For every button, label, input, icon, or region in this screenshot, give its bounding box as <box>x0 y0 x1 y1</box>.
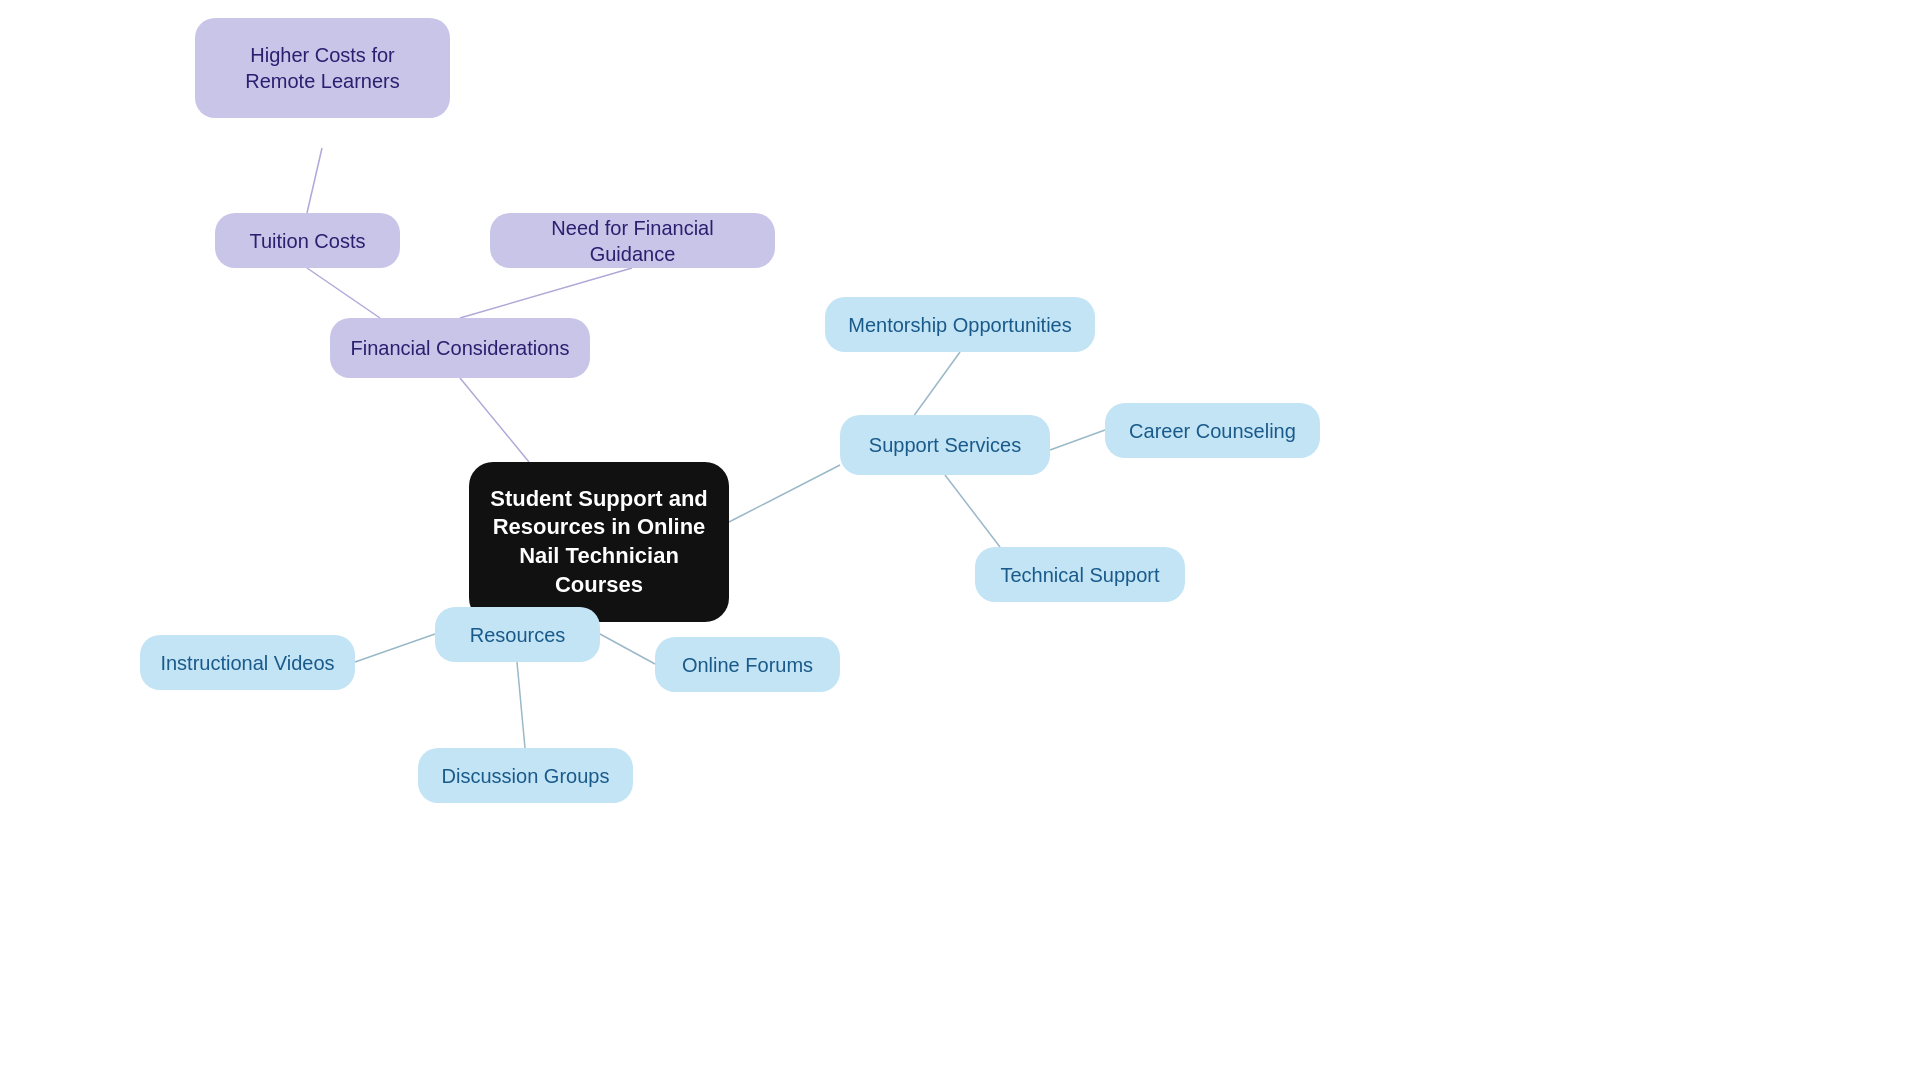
svg-line-4 <box>729 465 840 522</box>
svg-line-2 <box>307 148 322 213</box>
svg-line-3 <box>460 268 632 318</box>
svg-line-9 <box>355 634 435 662</box>
need-financial-guidance-node: Need for Financial Guidance <box>490 213 775 268</box>
svg-line-11 <box>517 662 525 748</box>
technical-support-node: Technical Support <box>975 547 1185 602</box>
instructional-videos-node: Instructional Videos <box>140 635 355 690</box>
online-forums-node: Online Forums <box>655 637 840 692</box>
support-services-node: Support Services <box>840 415 1050 475</box>
svg-line-10 <box>600 634 655 664</box>
svg-line-7 <box>945 475 1000 547</box>
discussion-groups-node: Discussion Groups <box>418 748 633 803</box>
tuition-costs-node: Tuition Costs <box>215 213 400 268</box>
mentorship-opportunities-node: Mentorship Opportunities <box>825 297 1095 352</box>
center-node: Student Support and Resources in Online … <box>469 462 729 622</box>
career-counseling-node: Career Counseling <box>1105 403 1320 458</box>
svg-line-6 <box>1050 430 1105 450</box>
financial-considerations-node: Financial Considerations <box>330 318 590 378</box>
svg-line-1 <box>307 268 380 318</box>
resources-node: Resources <box>435 607 600 662</box>
higher-costs-node: Higher Costs for Remote Learners <box>195 18 450 118</box>
svg-line-0 <box>460 378 529 462</box>
